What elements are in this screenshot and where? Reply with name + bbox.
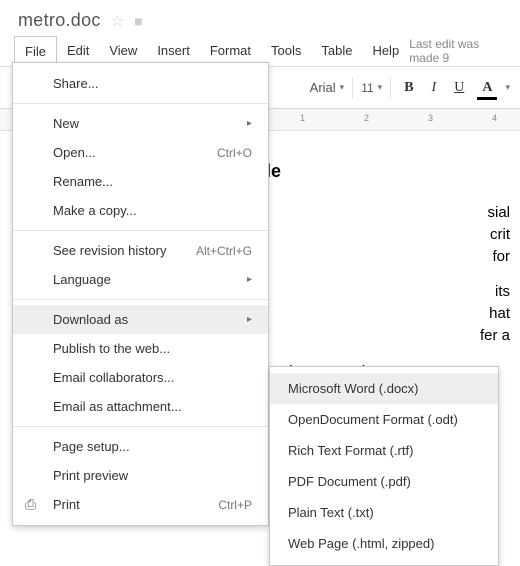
menu-page-setup[interactable]: Page setup... <box>13 432 268 461</box>
menu-publish-web[interactable]: Publish to the web... <box>13 334 268 363</box>
separator <box>352 77 353 99</box>
underline-button[interactable]: U <box>449 78 469 98</box>
font-name: Arial <box>310 80 336 95</box>
submenu-caret-icon: ▸ <box>247 118 252 129</box>
shortcut: Ctrl+P <box>218 498 252 512</box>
submenu-pdf[interactable]: PDF Document (.pdf) <box>270 466 498 497</box>
shortcut: Alt+Ctrl+G <box>196 244 252 258</box>
menu-make-copy[interactable]: Make a copy... <box>13 196 268 225</box>
menu-edit[interactable]: Edit <box>57 36 99 65</box>
shortcut: Ctrl+O <box>217 146 252 160</box>
ruler-mark: 4 <box>492 113 497 123</box>
menu-share[interactable]: Share... <box>13 69 268 98</box>
italic-button[interactable]: I <box>427 78 442 98</box>
ruler-mark: 3 <box>428 113 433 123</box>
menu-rename[interactable]: Rename... <box>13 167 268 196</box>
ruler-mark: 1 <box>300 113 305 123</box>
menu-format[interactable]: Format <box>200 36 261 65</box>
ruler-mark: 2 <box>364 113 369 123</box>
submenu-docx[interactable]: Microsoft Word (.docx) <box>270 373 498 404</box>
bold-button[interactable]: B <box>399 78 418 98</box>
submenu-rtf[interactable]: Rich Text Format (.rtf) <box>270 435 498 466</box>
download-as-submenu: Microsoft Word (.docx) OpenDocument Form… <box>269 366 499 566</box>
title-row: metro.doc ☆ ■ <box>0 0 520 35</box>
caret-icon: ▾ <box>505 82 510 93</box>
submenu-caret-icon: ▸ <box>247 274 252 285</box>
menu-separator <box>13 426 268 427</box>
folder-icon[interactable]: ■ <box>134 13 142 29</box>
star-icon[interactable]: ☆ <box>111 12 124 30</box>
last-edit-text[interactable]: Last edit was made 9 <box>409 37 506 65</box>
menu-revision-history[interactable]: See revision historyAlt+Ctrl+G <box>13 236 268 265</box>
submenu-html[interactable]: Web Page (.html, zipped) <box>270 528 498 559</box>
caret-icon: ▾ <box>340 82 345 93</box>
menu-download-as[interactable]: Download as▸ <box>13 305 268 334</box>
menu-table[interactable]: Table <box>311 36 362 65</box>
file-menu-dropdown: Share... New▸ Open...Ctrl+O Rename... Ma… <box>12 62 269 526</box>
menu-separator <box>13 299 268 300</box>
menu-view[interactable]: View <box>99 36 147 65</box>
menu-insert[interactable]: Insert <box>147 36 200 65</box>
font-size-selector[interactable]: 11 ▾ <box>361 81 382 95</box>
caret-icon: ▾ <box>378 82 383 93</box>
menu-email-collaborators[interactable]: Email collaborators... <box>13 363 268 392</box>
print-icon: ⎙ <box>25 496 36 513</box>
submenu-odt[interactable]: OpenDocument Format (.odt) <box>270 404 498 435</box>
text-color-button[interactable]: A <box>477 78 497 98</box>
submenu-caret-icon: ▸ <box>247 314 252 325</box>
menu-language[interactable]: Language▸ <box>13 265 268 294</box>
menu-print-preview[interactable]: Print preview <box>13 461 268 490</box>
menu-email-attachment[interactable]: Email as attachment... <box>13 392 268 421</box>
menu-separator <box>13 103 268 104</box>
submenu-txt[interactable]: Plain Text (.txt) <box>270 497 498 528</box>
font-selector[interactable]: Arial ▾ <box>310 80 345 95</box>
menu-tools[interactable]: Tools <box>261 36 311 65</box>
menu-help[interactable]: Help <box>362 36 409 65</box>
document-title[interactable]: metro.doc <box>18 10 101 31</box>
menu-print[interactable]: ⎙PrintCtrl+P <box>13 490 268 519</box>
menu-separator <box>13 230 268 231</box>
menu-new[interactable]: New▸ <box>13 109 268 138</box>
separator <box>390 77 391 99</box>
font-size: 11 <box>361 81 373 95</box>
menu-open[interactable]: Open...Ctrl+O <box>13 138 268 167</box>
